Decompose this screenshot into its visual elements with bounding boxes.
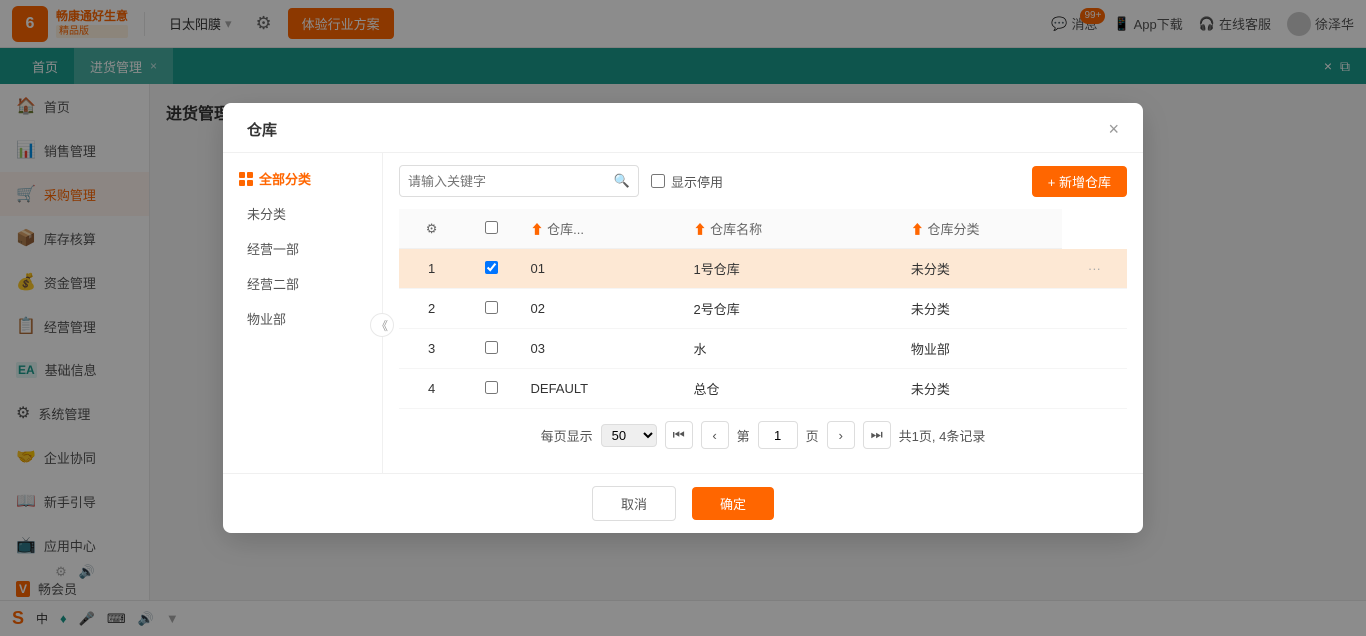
row-checkbox[interactable] [485, 381, 498, 394]
last-page-btn[interactable]: ⏭ [863, 421, 891, 449]
row-name: 2号仓库 [682, 289, 899, 329]
prev-page-btn[interactable]: ‹ [701, 421, 729, 449]
row-index: 4 [399, 369, 464, 409]
modal-sidebar-collapse-btn[interactable]: 《 [370, 313, 394, 337]
row-check[interactable] [464, 329, 518, 369]
col-name-header: ⬆ 仓库名称 [682, 209, 899, 249]
page-label: 第 [737, 426, 750, 445]
table-row[interactable]: 3 03 水 物业部 [399, 329, 1127, 369]
row-check[interactable] [464, 369, 518, 409]
grid-icon [239, 172, 253, 186]
table-row[interactable]: 4 DEFAULT 总仓 未分类 [399, 369, 1127, 409]
table-header-row: ⚙ ⬆ 仓库... ⬆ [399, 209, 1127, 249]
modal-sidebar-item-property[interactable]: 物业部 [223, 301, 382, 336]
row-more [1062, 369, 1127, 409]
search-input[interactable] [408, 174, 614, 189]
col-type-label: 仓库分类 [927, 222, 979, 237]
per-page-label: 每页显示 [541, 426, 593, 445]
row-more[interactable]: ··· [1062, 249, 1127, 289]
select-all-checkbox[interactable] [485, 221, 498, 234]
sort-icon: ⬆ [531, 222, 544, 237]
col-settings-header: ⚙ [399, 209, 464, 249]
modal-main: 🔍 显示停用 + 新增仓库 ⚙ [383, 153, 1143, 473]
row-name: 水 [682, 329, 899, 369]
row-checkbox[interactable] [485, 301, 498, 314]
sidebar-dept2-label: 经营二部 [247, 277, 299, 292]
modal-close-btn[interactable]: × [1108, 119, 1119, 140]
row-code: DEFAULT [519, 369, 682, 409]
modal-sidebar-item-uncategorized[interactable]: 未分类 [223, 196, 382, 231]
page-suffix: 页 [806, 426, 819, 445]
modal-header: 仓库 × [223, 103, 1143, 153]
row-index: 1 [399, 249, 464, 289]
show-disabled-checkbox[interactable] [651, 174, 665, 188]
modal-overlay: 仓库 × 全部分类 未分类 经营一部 经营二部 [0, 0, 1366, 636]
row-more [1062, 289, 1127, 329]
row-index: 3 [399, 329, 464, 369]
row-name: 总仓 [682, 369, 899, 409]
page-input[interactable] [758, 421, 798, 449]
row-code: 03 [519, 329, 682, 369]
row-check[interactable] [464, 249, 518, 289]
row-type: 物业部 [899, 329, 1062, 369]
warehouse-table: ⚙ ⬆ 仓库... ⬆ [399, 209, 1127, 409]
table-row[interactable]: 2 02 2号仓库 未分类 [399, 289, 1127, 329]
show-disabled-toggle[interactable]: 显示停用 [651, 172, 723, 191]
modal-sidebar-item-dept1[interactable]: 经营一部 [223, 231, 382, 266]
row-code: 02 [519, 289, 682, 329]
col-check-header [464, 209, 518, 249]
modal-footer: 取消 确定 [223, 473, 1143, 533]
add-warehouse-btn[interactable]: + 新增仓库 [1032, 166, 1127, 197]
row-index: 2 [399, 289, 464, 329]
warehouse-modal: 仓库 × 全部分类 未分类 经营一部 经营二部 [223, 103, 1143, 533]
row-type: 未分类 [899, 369, 1062, 409]
modal-body: 全部分类 未分类 经营一部 经营二部 物业部 《 [223, 153, 1143, 473]
per-page-select[interactable]: 50 20 100 [601, 424, 657, 447]
search-box: 🔍 [399, 165, 639, 197]
settings-col-icon: ⚙ [426, 221, 438, 236]
search-icon[interactable]: 🔍 [614, 173, 630, 189]
row-checkbox[interactable] [485, 341, 498, 354]
table-row[interactable]: 1 01 1号仓库 未分类 ··· [399, 249, 1127, 289]
modal-sidebar: 全部分类 未分类 经营一部 经营二部 物业部 《 [223, 153, 383, 473]
modal-title: 仓库 [247, 119, 277, 140]
col-name-label: 仓库名称 [710, 222, 762, 237]
sort-icon-type: ⬆ [911, 222, 924, 237]
show-disabled-label: 显示停用 [671, 172, 723, 191]
row-type: 未分类 [899, 289, 1062, 329]
row-code: 01 [519, 249, 682, 289]
modal-toolbar: 🔍 显示停用 + 新增仓库 [399, 165, 1127, 197]
cancel-btn[interactable]: 取消 [592, 486, 676, 521]
confirm-btn[interactable]: 确定 [692, 487, 774, 520]
next-page-btn[interactable]: › [827, 421, 855, 449]
table-body: 1 01 1号仓库 未分类 ··· 2 02 2号仓库 未分类 3 03 水 物… [399, 249, 1127, 409]
sidebar-uncategorized-label: 未分类 [247, 207, 286, 222]
col-type-header: ⬆ 仓库分类 [899, 209, 1062, 249]
sidebar-property-label: 物业部 [247, 312, 286, 327]
sidebar-dept1-label: 经营一部 [247, 242, 299, 257]
col-code-label: 仓库... [547, 222, 584, 237]
row-more [1062, 329, 1127, 369]
row-check[interactable] [464, 289, 518, 329]
row-type: 未分类 [899, 249, 1062, 289]
total-label: 共1页, 4条记录 [899, 426, 986, 445]
modal-sidebar-item-dept2[interactable]: 经营二部 [223, 266, 382, 301]
first-page-btn[interactable]: ⏮ [665, 421, 693, 449]
modal-sidebar-all-label: 全部分类 [259, 169, 311, 188]
col-code-header: ⬆ 仓库... [519, 209, 682, 249]
row-name: 1号仓库 [682, 249, 899, 289]
table: ⚙ ⬆ 仓库... ⬆ [399, 209, 1127, 409]
row-checkbox[interactable] [485, 261, 498, 274]
modal-sidebar-header[interactable]: 全部分类 [223, 161, 382, 196]
sort-icon-name: ⬆ [694, 222, 707, 237]
pagination: 每页显示 50 20 100 ⏮ ‹ 第 页 › ⏭ 共1页, 4条记录 [399, 409, 1127, 461]
